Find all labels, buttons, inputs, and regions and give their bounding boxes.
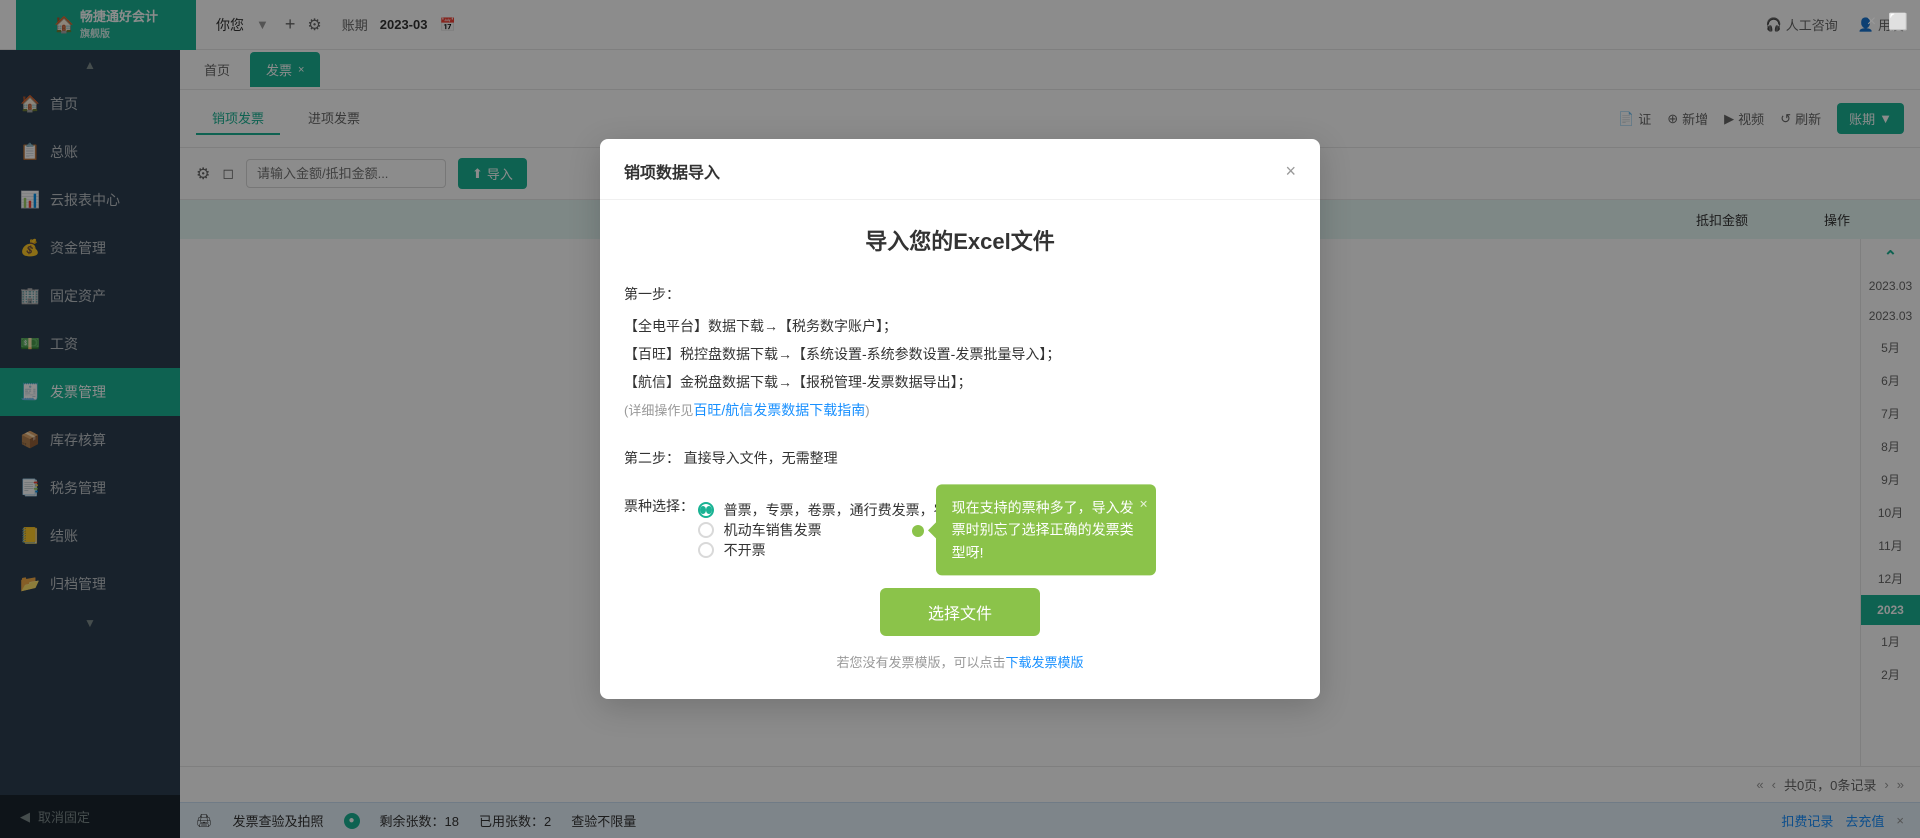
step1-note-text: (详细操作见	[624, 403, 693, 418]
modal-title: 销项数据导入	[624, 159, 720, 183]
window-close-button[interactable]: ×	[1867, 13, 1876, 31]
footer-note-text: 若您没有发票模版，可以点击	[836, 655, 1005, 670]
radio-motor-circle	[698, 522, 714, 538]
modal-footer-note: 若您没有发票模版，可以点击下载发票模版	[624, 652, 1296, 671]
tooltip-dot	[912, 525, 924, 537]
modal-main-title: 导入您的Excel文件	[624, 224, 1296, 256]
modal-body: 导入您的Excel文件 第一步： 【全电平台】数据下载→【税务数字账户】； 【百…	[600, 200, 1320, 699]
ticket-label: 票种选择：	[624, 496, 694, 516]
tooltip-anchor: × 现在支持的票种多了，导入发票时别忘了选择正确的发票类型呀!	[912, 522, 924, 538]
step1-note: (详细操作见百旺/航信发票数据下载指南)	[624, 396, 1296, 424]
step2-content: 直接导入文件，无需整理	[684, 450, 838, 466]
download-template-link[interactable]: 下载发票模版	[1006, 655, 1084, 670]
step1-guide-link[interactable]: 百旺/航信发票数据下载指南	[693, 402, 865, 418]
tooltip-text: 现在支持的票种多了，导入发票时别忘了选择正确的发票类型呀!	[952, 499, 1134, 560]
step1-note-end: )	[865, 403, 869, 418]
tooltip-close-button[interactable]: ×	[1139, 492, 1147, 514]
modal-close-button[interactable]: ×	[1285, 161, 1296, 182]
step1-line3: 【航信】金税盘数据下载→【报税管理-发票数据导出】；	[624, 368, 1296, 396]
modal-overlay: 销项数据导入 × 导入您的Excel文件 第一步： 【全电平台】数据下载→【税务…	[0, 0, 1920, 838]
step1-section: 第一步： 【全电平台】数据下载→【税务数字账户】； 【百旺】税控盘数据下载→【系…	[624, 284, 1296, 424]
radio-no-invoice-label: 不开票	[724, 540, 766, 560]
step1-line2: 【百旺】税控盘数据下载→【系统设置-系统参数设置-发票批量导入】；	[624, 340, 1296, 368]
ticket-section: 票种选择： 普票，专票，卷票，通行费发票，农产品销售发票 机动车销售发票	[624, 496, 1296, 560]
step1-line1: 【全电平台】数据下载→【税务数字账户】；	[624, 312, 1296, 340]
select-file-button[interactable]: 选择文件	[880, 588, 1040, 636]
step2-section: 第二步： 直接导入文件，无需整理	[624, 444, 1296, 476]
window-maximize-button[interactable]: ⬜	[1888, 12, 1908, 32]
step2-label: 第二步：	[624, 448, 680, 468]
window-controls: × ⬜	[1867, 12, 1908, 32]
tooltip-popup: × 现在支持的票种多了，导入发票时别忘了选择正确的发票类型呀!	[936, 484, 1156, 575]
import-modal: 销项数据导入 × 导入您的Excel文件 第一步： 【全电平台】数据下载→【税务…	[600, 139, 1320, 699]
step1-label: 第一步：	[624, 284, 680, 304]
radio-group: 普票，专票，卷票，通行费发票，农产品销售发票 机动车销售发票 × 现在支持的票	[698, 500, 1032, 560]
radio-no-invoice-circle	[698, 542, 714, 558]
radio-motor-label: 机动车销售发票	[724, 520, 822, 540]
step1-content: 【全电平台】数据下载→【税务数字账户】； 【百旺】税控盘数据下载→【系统设置-系…	[624, 312, 1296, 424]
modal-header: 销项数据导入 ×	[600, 139, 1320, 200]
radio-common-circle	[698, 502, 714, 518]
radio-item-motor[interactable]: 机动车销售发票 × 现在支持的票种多了，导入发票时别忘了选择正确的发票类型呀!	[698, 520, 1032, 540]
